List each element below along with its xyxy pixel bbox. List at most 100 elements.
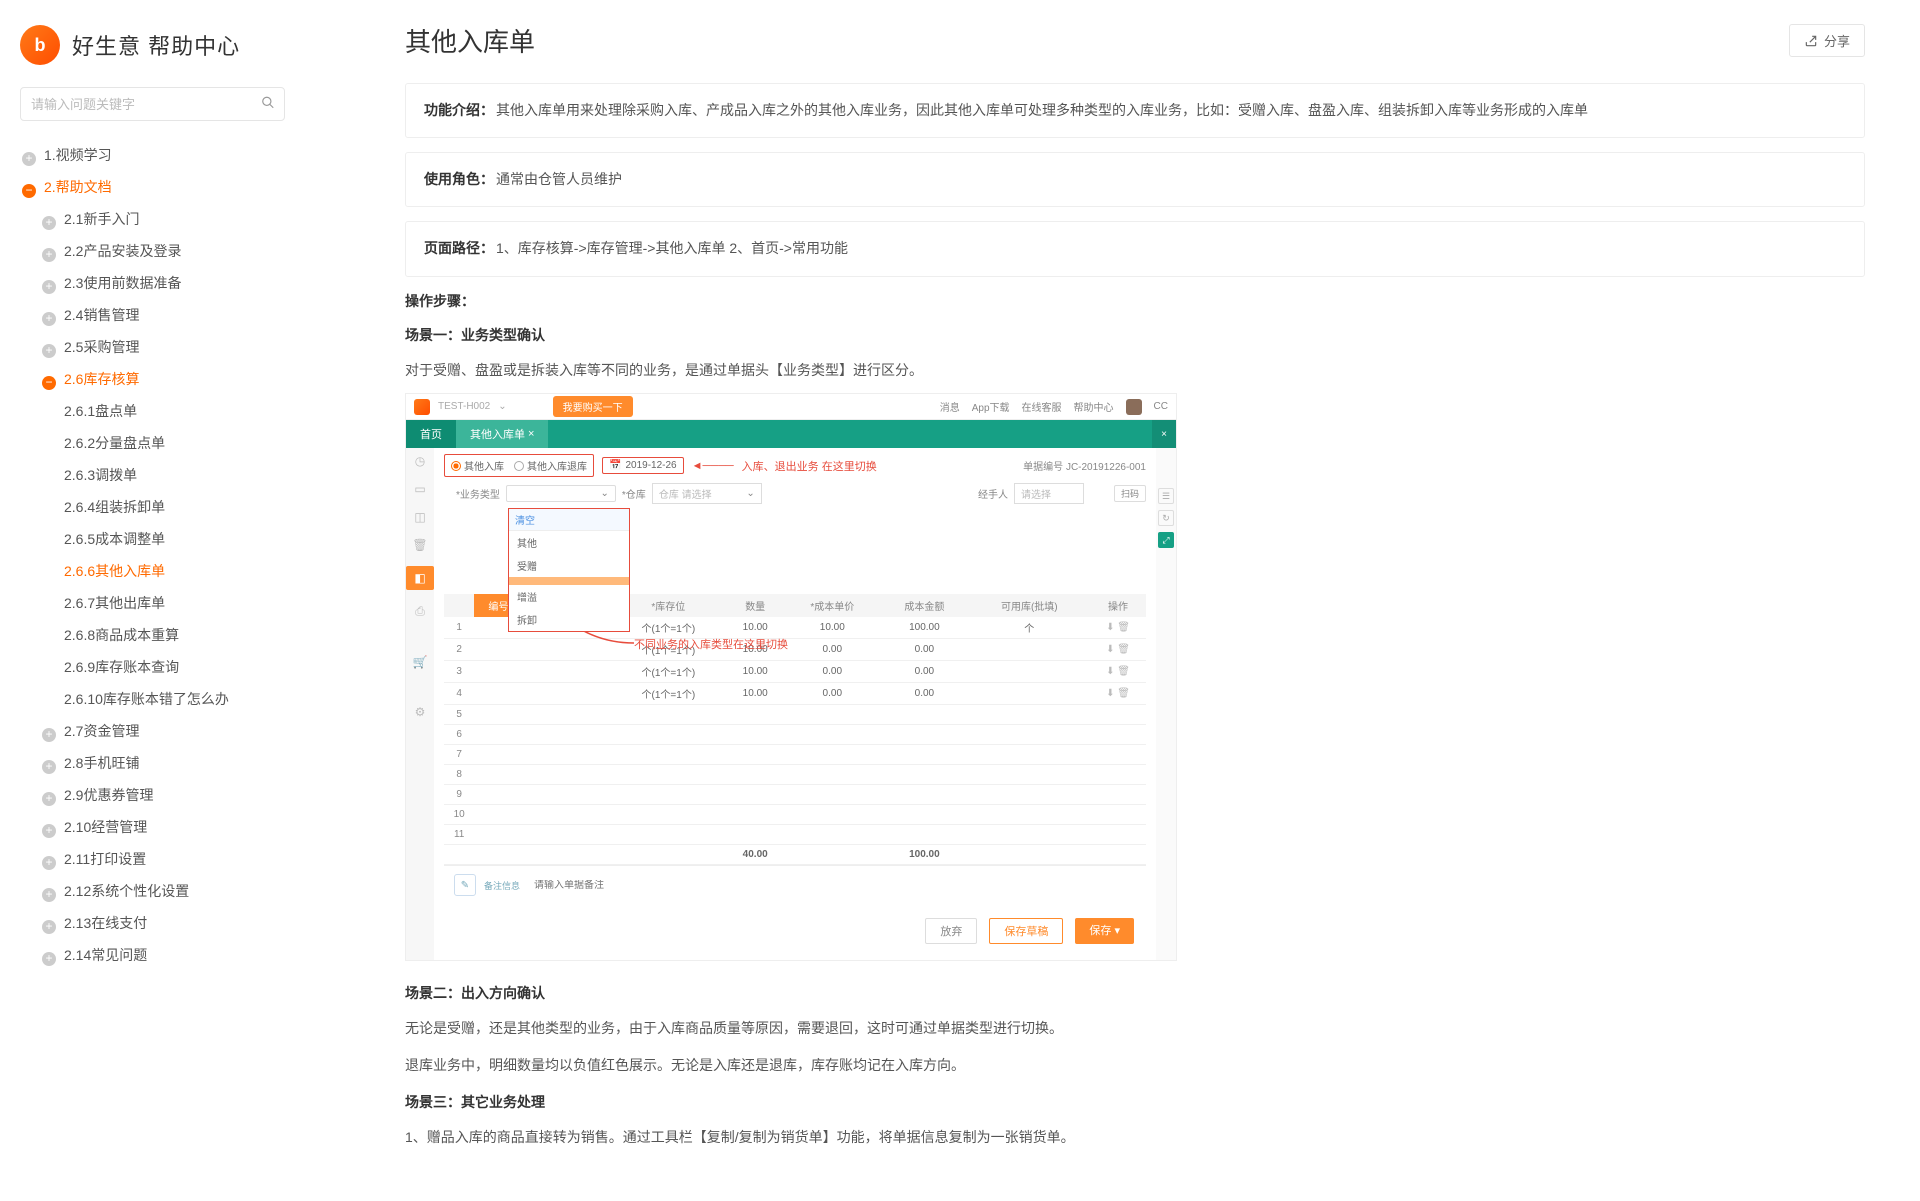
nav-item[interactable]: +2.1新手入门 (20, 203, 285, 235)
rail-icon: 🗑 (412, 538, 427, 552)
nav-item[interactable]: 2.6.1盘点单 (20, 395, 285, 427)
rail-icon: ▭ (414, 482, 425, 496)
nav-item[interactable]: 2.6.2分量盘点单 (20, 427, 285, 459)
expand-icon[interactable]: + (42, 856, 56, 870)
nav-item-label: 2.6.6其他入库单 (64, 563, 165, 579)
nav-item-label: 2.4销售管理 (64, 307, 139, 323)
avatar-icon (1126, 399, 1142, 415)
shot-date-field: 📅2019-12-26 (602, 457, 684, 474)
nav-item-label: 2.6.5成本调整单 (64, 531, 165, 547)
shot-tabs: 首页 其他入库单 × × (406, 420, 1176, 448)
shot-save-button: 保存 ▾ (1075, 918, 1134, 944)
nav-item[interactable]: 2.6.9库存账本查询 (20, 651, 285, 683)
collapse-icon[interactable]: − (22, 184, 36, 198)
expand-icon[interactable]: + (22, 152, 36, 166)
nav-item[interactable]: +2.11打印设置 (20, 843, 285, 875)
search-input[interactable] (20, 87, 285, 121)
shot-discard-button: 放弃 (925, 918, 977, 944)
shot-remark-input (534, 880, 1136, 891)
nav-item-label: 2.3使用前数据准备 (64, 275, 181, 291)
expand-icon[interactable]: + (42, 280, 56, 294)
shot-remark-row: ✎ 备注信息 (444, 865, 1146, 904)
expand-icon[interactable]: + (42, 312, 56, 326)
share-icon (1804, 34, 1818, 48)
expand-icon[interactable]: + (42, 888, 56, 902)
nav-item[interactable]: +2.7资金管理 (20, 715, 285, 747)
path-card: 页面路径：1、库存核算->库存管理->其他入库单 2、首页->常用功能 (405, 221, 1865, 276)
shot-biztype-select: ⌄ (506, 485, 616, 502)
nav-item[interactable]: +2.14常见问题 (20, 939, 285, 971)
shot-logo-icon (414, 399, 430, 415)
nav-item[interactable]: 2.6.3调拨单 (20, 459, 285, 491)
rail-icon: 🛒 (413, 655, 428, 669)
nav-item[interactable]: −2.帮助文档 (20, 171, 285, 203)
expand-icon[interactable]: + (42, 728, 56, 742)
shot-tabs-close: × (1152, 420, 1176, 448)
rail-icon: ◷ (415, 454, 425, 468)
nav-item[interactable]: 2.6.10库存账本错了怎么办 (20, 683, 285, 715)
shot-right-rail: ☰ ↻ ⤢ (1156, 448, 1176, 960)
nav-item[interactable]: +2.12系统个性化设置 (20, 875, 285, 907)
search-icon[interactable] (261, 96, 275, 113)
nav-item[interactable]: +2.2产品安装及登录 (20, 235, 285, 267)
rail-icon: ⎙ (415, 604, 425, 619)
nav-item[interactable]: 2.6.8商品成本重算 (20, 619, 285, 651)
share-button[interactable]: 分享 (1789, 24, 1865, 57)
shot-link-msg: 消息 (940, 399, 960, 414)
expand-icon[interactable]: + (42, 952, 56, 966)
brand: b 好生意 帮助中心 (20, 25, 285, 65)
expand-icon[interactable]: + (42, 792, 56, 806)
nav-item-label: 2.6.10库存账本错了怎么办 (64, 691, 229, 707)
collapse-icon[interactable]: − (42, 376, 56, 390)
nav-item[interactable]: −2.6库存核算 (20, 363, 285, 395)
nav-item-label: 2.1新手入门 (64, 211, 139, 227)
shot-bill-type-radio: 其他入库 其他入库退库 (444, 454, 594, 477)
shot-buy-button: 我要购买一下 (553, 396, 633, 417)
nav-item[interactable]: +2.9优惠券管理 (20, 779, 285, 811)
role-label: 使用角色： (424, 171, 494, 187)
nav-item-label: 2.6.1盘点单 (64, 403, 137, 419)
scene1-heading: 场景一：业务类型确认 (405, 325, 1865, 345)
scene1-text: 对于受赠、盘盈或是拆装入库等不同的业务，是通过单据头【业务类型】进行区分。 (405, 357, 1865, 384)
scene2-heading: 场景二：出入方向确认 (405, 983, 1865, 1003)
nav-item[interactable]: +2.10经营管理 (20, 811, 285, 843)
nav-item[interactable]: 2.6.5成本调整单 (20, 523, 285, 555)
nav-item[interactable]: +2.3使用前数据准备 (20, 267, 285, 299)
nav-item-label: 2.9优惠券管理 (64, 787, 153, 803)
role-card: 使用角色：通常由仓管人员维护 (405, 152, 1865, 207)
expand-icon[interactable]: + (42, 760, 56, 774)
main-content: 其他入库单 分享 功能介绍：其他入库单用来处理除采购入库、产成品入库之外的其他入… (305, 0, 1920, 1201)
nav-item[interactable]: 2.6.4组装拆卸单 (20, 491, 285, 523)
shot-mini-btn: 扫码 (1114, 485, 1146, 502)
expand-icon[interactable]: + (42, 216, 56, 230)
chevron-down-icon: ⌄ (498, 401, 506, 412)
nav-item-label: 2.帮助文档 (44, 179, 112, 195)
search-box (20, 87, 285, 121)
nav-item-label: 2.5采购管理 (64, 339, 139, 355)
nav-item-label: 2.10经营管理 (64, 819, 147, 835)
rail-mini-icon: ☰ (1158, 488, 1174, 504)
nav-item-label: 2.6.2分量盘点单 (64, 435, 165, 451)
shot-tab-home: 首页 (406, 420, 456, 448)
nav-item[interactable]: +1.视频学习 (20, 139, 285, 171)
nav-item[interactable]: 2.6.6其他入库单 (20, 555, 285, 587)
nav-item[interactable]: +2.13在线支付 (20, 907, 285, 939)
expand-icon[interactable]: + (42, 248, 56, 262)
expand-icon[interactable]: + (42, 344, 56, 358)
nav-item[interactable]: +2.5采购管理 (20, 331, 285, 363)
nav-item-label: 2.2产品安装及登录 (64, 243, 181, 259)
shot-user: CC (1154, 401, 1168, 412)
nav-item[interactable]: 2.6.7其他出库单 (20, 587, 285, 619)
expand-icon[interactable]: + (42, 920, 56, 934)
shot-biztype-dropdown: 清空 其他 受赠 增溢 拆卸 (508, 508, 630, 632)
nav-item[interactable]: +2.4销售管理 (20, 299, 285, 331)
annotation-1: 入库、退出业务 在这里切换 (742, 458, 877, 474)
sidebar: b 好生意 帮助中心 +1.视频学习−2.帮助文档+2.1新手入门+2.2产品安… (0, 0, 305, 1201)
arrow-icon: ◄──── (692, 460, 734, 472)
intro-card: 功能介绍：其他入库单用来处理除采购入库、产成品入库之外的其他入库业务，因此其他入… (405, 83, 1865, 138)
scene3-heading: 场景三：其它业务处理 (405, 1092, 1865, 1112)
page-title: 其他入库单 (405, 22, 535, 59)
shot-link-cs: 在线客服 (1022, 399, 1062, 414)
nav-item[interactable]: +2.8手机旺铺 (20, 747, 285, 779)
expand-icon[interactable]: + (42, 824, 56, 838)
